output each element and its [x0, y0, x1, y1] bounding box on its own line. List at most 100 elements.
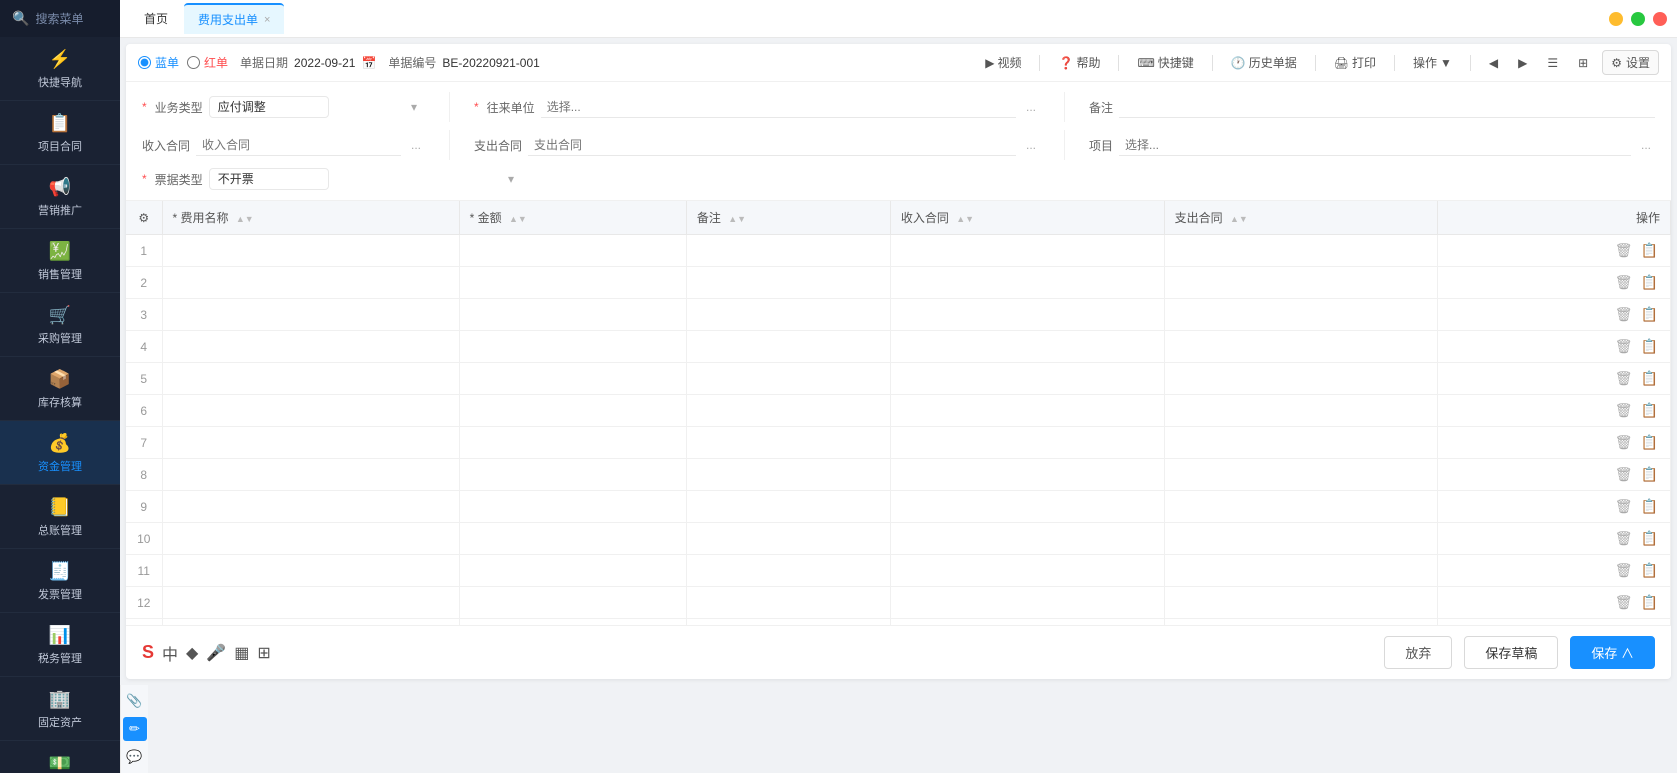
amount-cell[interactable] — [459, 587, 686, 619]
table-settings-icon[interactable]: ⚙ — [138, 211, 149, 225]
amount-cell[interactable] — [459, 235, 686, 267]
expense-contract-cell[interactable] — [1164, 459, 1438, 491]
mic-icon[interactable]: 🎤 — [206, 643, 226, 663]
remark-cell[interactable] — [686, 363, 890, 395]
delete-row-icon[interactable]: 🗑 — [1615, 434, 1633, 451]
expense-name-cell[interactable] — [162, 587, 459, 619]
income-contract-cell[interactable] — [890, 331, 1164, 363]
history-btn[interactable]: 🕐 历史单据 — [1225, 52, 1303, 73]
counterpart-input[interactable] — [541, 97, 1016, 118]
amount-cell[interactable] — [459, 267, 686, 299]
number-value[interactable]: BE-20220921-001 — [442, 56, 539, 70]
nav-next-btn[interactable]: ▶ — [1512, 54, 1533, 72]
sidebar-item-payroll[interactable]: 💵 工资 — [0, 741, 120, 773]
sidebar-search[interactable]: 🔍 搜索菜单 — [0, 0, 120, 37]
remark-cell[interactable] — [686, 523, 890, 555]
delete-row-icon[interactable]: 🗑 — [1615, 274, 1633, 291]
tab-expense-close[interactable]: × — [264, 14, 270, 26]
sidebar-item-capital[interactable]: 💰 资金管理 — [0, 421, 120, 485]
expense-contract-cell[interactable] — [1164, 491, 1438, 523]
print-btn[interactable]: 🖨 打印 — [1328, 52, 1382, 73]
income-contract-dots[interactable]: ... — [407, 138, 425, 152]
counterpart-dots[interactable]: ... — [1022, 100, 1040, 114]
sidebar-item-quick-nav[interactable]: ⚡ 快捷导航 — [0, 37, 120, 101]
comment-icon[interactable]: 💬 — [123, 745, 147, 769]
copy-row-icon[interactable]: 📋 — [1641, 466, 1658, 483]
operations-btn[interactable]: 操作 ▼ — [1407, 52, 1458, 73]
expense-name-cell[interactable] — [162, 523, 459, 555]
sidebar-item-inventory[interactable]: 📦 库存核算 — [0, 357, 120, 421]
sort-income-contract[interactable]: ▲▼ — [956, 214, 974, 224]
expense-name-cell[interactable] — [162, 491, 459, 523]
expense-name-cell[interactable] — [162, 331, 459, 363]
delete-row-icon[interactable]: 🗑 — [1615, 498, 1633, 515]
income-contract-cell[interactable] — [890, 587, 1164, 619]
sort-remark[interactable]: ▲▼ — [728, 214, 746, 224]
amount-cell[interactable] — [459, 555, 686, 587]
grid-view-btn[interactable]: ⊞ — [1572, 54, 1594, 72]
edit-icon[interactable]: ✏ — [123, 717, 147, 741]
grid-tools-icon[interactable]: ⊞ — [257, 643, 270, 663]
remark-cell[interactable] — [686, 235, 890, 267]
delete-row-icon[interactable]: 🗑 — [1615, 402, 1633, 419]
th-settings[interactable]: ⚙ — [126, 201, 162, 235]
expense-contract-dots[interactable]: ... — [1022, 138, 1040, 152]
remark-cell[interactable] — [686, 555, 890, 587]
expense-contract-cell[interactable] — [1164, 427, 1438, 459]
tab-home[interactable]: 首页 — [130, 4, 182, 33]
save-button[interactable]: 保存 ∧ — [1570, 636, 1655, 669]
expense-contract-cell[interactable] — [1164, 555, 1438, 587]
list-view-btn[interactable]: ☰ — [1541, 54, 1564, 72]
amount-cell[interactable] — [459, 363, 686, 395]
amount-cell[interactable] — [459, 299, 686, 331]
remark-cell[interactable] — [686, 299, 890, 331]
amount-cell[interactable] — [459, 491, 686, 523]
remark-cell[interactable] — [686, 331, 890, 363]
expense-contract-cell[interactable] — [1164, 363, 1438, 395]
tab-expense[interactable]: 费用支出单 × — [184, 3, 284, 34]
copy-row-icon[interactable]: 📋 — [1641, 338, 1658, 355]
sidebar-item-purchase[interactable]: 🛒 采购管理 — [0, 293, 120, 357]
delete-row-icon[interactable]: 🗑 — [1615, 338, 1633, 355]
income-contract-cell[interactable] — [890, 555, 1164, 587]
income-contract-cell[interactable] — [890, 459, 1164, 491]
income-contract-input[interactable] — [196, 135, 401, 156]
sidebar-item-marketing[interactable]: 📢 营销推广 — [0, 165, 120, 229]
copy-row-icon[interactable]: 📋 — [1641, 434, 1658, 451]
sidebar-item-invoice[interactable]: 🧾 发票管理 — [0, 549, 120, 613]
copy-row-icon[interactable]: 📋 — [1641, 242, 1658, 259]
sort-amount[interactable]: ▲▼ — [509, 214, 527, 224]
nav-prev-btn[interactable]: ◀ — [1483, 54, 1504, 72]
expense-name-cell[interactable] — [162, 555, 459, 587]
expense-name-cell[interactable] — [162, 363, 459, 395]
expense-contract-input[interactable] — [528, 135, 1016, 156]
help-btn[interactable]: ❓ 帮助 — [1052, 52, 1106, 73]
expense-contract-cell[interactable] — [1164, 299, 1438, 331]
copy-row-icon[interactable]: 📋 — [1641, 530, 1658, 547]
close-button[interactable] — [1653, 12, 1667, 26]
income-contract-cell[interactable] — [890, 491, 1164, 523]
sidebar-item-accounting[interactable]: 📒 总账管理 — [0, 485, 120, 549]
sidebar-item-tax[interactable]: 📊 税务管理 — [0, 613, 120, 677]
chinese-input-icon[interactable]: 中 — [162, 641, 178, 665]
sort-expense-name[interactable]: ▲▼ — [236, 214, 254, 224]
sidebar-item-project-contract[interactable]: 📋 项目合同 — [0, 101, 120, 165]
amount-cell[interactable] — [459, 427, 686, 459]
delete-row-icon[interactable]: 🗑 — [1615, 370, 1633, 387]
remark-cell[interactable] — [686, 395, 890, 427]
table-icon[interactable]: ▦ — [234, 643, 249, 663]
radio-red[interactable]: 红单 — [187, 54, 228, 71]
income-contract-cell[interactable] — [890, 299, 1164, 331]
amount-cell[interactable] — [459, 331, 686, 363]
amount-cell[interactable] — [459, 459, 686, 491]
delete-row-icon[interactable]: 🗑 — [1615, 306, 1633, 323]
sidebar-item-sales[interactable]: 💹 销售管理 — [0, 229, 120, 293]
business-type-select[interactable]: 应付调整 — [209, 96, 329, 118]
remark-cell[interactable] — [686, 491, 890, 523]
expense-name-cell[interactable] — [162, 427, 459, 459]
radio-blue[interactable]: 蓝单 — [138, 54, 179, 71]
expense-name-cell[interactable] — [162, 267, 459, 299]
delete-row-icon[interactable]: 🗑 — [1615, 466, 1633, 483]
expense-name-cell[interactable] — [162, 235, 459, 267]
diamond-icon[interactable]: ◆ — [186, 643, 198, 663]
